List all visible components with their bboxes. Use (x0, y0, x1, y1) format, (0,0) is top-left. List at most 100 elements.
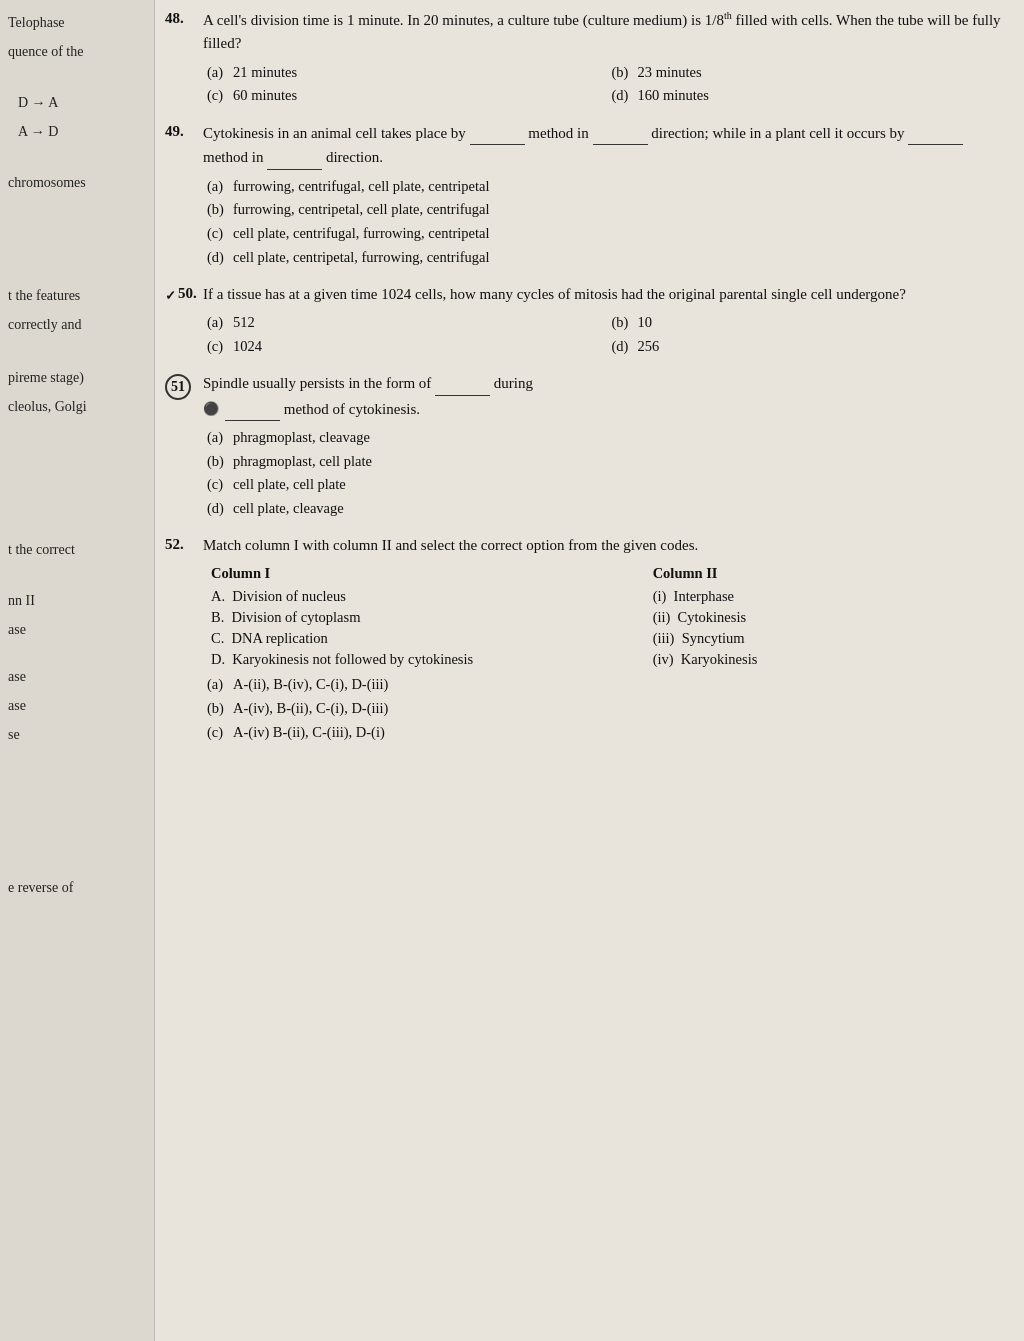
q52-option-c: (c) A-(iv) B-(ii), C-(iii), D-(i) (207, 722, 1006, 744)
left-item-features: t the features (8, 283, 146, 308)
q51-option-c: (c) cell plate, cell plate (207, 474, 1006, 496)
match-row-A: A. Division of nucleus (i) Interphase (203, 586, 1006, 607)
q52-opt-c-text: A-(iv) B-(ii), C-(iii), D-(i) (233, 722, 1006, 744)
q49-options: (a) furrowing, centrifugal, cell plate, … (207, 176, 1006, 269)
q49-text: Cytokinesis in an animal cell takes plac… (203, 121, 1006, 170)
q51-number: 51 (165, 371, 203, 520)
q50-options: (a) 512 (b) 10 (c) 1024 (d) 256 (207, 312, 1006, 358)
match-C-text: DNA replication (232, 630, 328, 646)
q50-opt-b-label: (b) (612, 312, 634, 334)
match-B-right-num: (ii) (653, 609, 671, 625)
question-48: 48. A cell's division time is 1 minute. … (165, 8, 1006, 107)
question-51: 51 Spindle usually persists in the form … (165, 371, 1006, 520)
q52-option-a: (a) A-(ii), B-(iv), C-(i), D-(iii) (207, 674, 1006, 696)
col1-header: Column I (203, 563, 645, 586)
q51-option-d: (d) cell plate, cleavage (207, 498, 1006, 520)
q51-option-a: (a) phragmoplast, cleavage (207, 427, 1006, 449)
q48-body: A cell's division time is 1 minute. In 2… (203, 8, 1006, 107)
q51-opt-d-label: (d) (207, 498, 229, 520)
q48-opt-a-text: 21 minutes (233, 62, 602, 84)
q49-option-d: (d) cell plate, centripetal, furrowing, … (207, 247, 1006, 269)
match-C-right: (iii) Syncytium (645, 628, 1006, 649)
match-B-left: B. Division of cytoplasm (203, 607, 645, 628)
match-C-letter: C. (211, 630, 224, 646)
match-D-text: Karyokinesis not followed by cytokinesis (232, 651, 473, 667)
q51-opt-a-text: phragmoplast, cleavage (233, 427, 1006, 449)
q49-body: Cytokinesis in an animal cell takes plac… (203, 121, 1006, 269)
q48-opt-a-label: (a) (207, 62, 229, 84)
match-row-C: C. DNA replication (iii) Syncytium (203, 628, 1006, 649)
left-item-chromosomes: chromosomes (8, 170, 146, 195)
match-C-right-num: (iii) (653, 630, 675, 646)
page: Telophase quence of the D → A A → D chro… (0, 0, 1024, 1341)
q51-blank1 (435, 371, 490, 395)
q51-opt-b-label: (b) (207, 451, 229, 473)
q51-opt-c-text: cell plate, cell plate (233, 474, 1006, 496)
q50-text: If a tissue has at a given time 1024 cel… (203, 283, 1006, 306)
left-item-AtoD: A → D (8, 119, 146, 144)
q52-number: 52. (165, 534, 203, 744)
match-D-right-text: Karyokinesis (681, 651, 758, 667)
left-item-ase2: ase (8, 664, 146, 689)
q49-opt-b-label: (b) (207, 199, 229, 221)
q49-blank3 (908, 121, 963, 145)
left-item-cleolus: cleolus, Golgi (8, 394, 146, 419)
q50-number: ✓ 50. (165, 283, 203, 358)
q48-option-d: (d) 160 minutes (612, 85, 1007, 107)
match-A-left: A. Division of nucleus (203, 586, 645, 607)
q49-opt-a-label: (a) (207, 176, 229, 198)
left-item-reverse: e reverse of (8, 875, 146, 900)
left-item-telophase: Telophase (8, 10, 146, 35)
q51-annotation: ⚫ (203, 399, 219, 419)
q50-opt-a-text: 512 (233, 312, 602, 334)
q50-body: If a tissue has at a given time 1024 cel… (203, 283, 1006, 358)
q52-opt-b-label: (b) (207, 698, 229, 720)
q51-body: Spindle usually persists in the form of … (203, 371, 1006, 520)
q49-opt-c-label: (c) (207, 223, 229, 245)
match-D-letter: D. (211, 651, 225, 667)
q49-number: 49. (165, 121, 203, 269)
left-item-dtoA: D → A (8, 90, 146, 115)
q49-opt-c-text: cell plate, centrifugal, furrowing, cent… (233, 223, 1006, 245)
match-B-right: (ii) Cytokinesis (645, 607, 1006, 628)
left-item-se: se (8, 722, 146, 747)
q48-opt-b-label: (b) (612, 62, 634, 84)
q50-opt-b-text: 10 (638, 312, 1007, 334)
q48-opt-c-text: 60 minutes (233, 85, 602, 107)
q48-option-a: (a) 21 minutes (207, 62, 602, 84)
match-row-D: D. Karyokinesis not followed by cytokine… (203, 649, 1006, 670)
q51-opt-a-label: (a) (207, 427, 229, 449)
match-A-letter: A. (211, 588, 225, 604)
match-A-right: (i) Interphase (645, 586, 1006, 607)
match-B-text: Division of cytoplasm (232, 609, 361, 625)
q49-option-b: (b) furrowing, centripetal, cell plate, … (207, 199, 1006, 221)
q50-option-a: (a) 512 (207, 312, 602, 334)
q49-opt-d-label: (d) (207, 247, 229, 269)
question-50: ✓ 50. If a tissue has at a given time 10… (165, 283, 1006, 358)
q52-options: (a) A-(ii), B-(iv), C-(i), D-(iii) (b) A… (207, 674, 1006, 743)
q49-blank1 (470, 121, 525, 145)
left-item-correctly: correctly and (8, 312, 146, 337)
question-49: 49. Cytokinesis in an animal cell takes … (165, 121, 1006, 269)
q49-option-a: (a) furrowing, centrifugal, cell plate, … (207, 176, 1006, 198)
q49-blank4 (267, 145, 322, 169)
q52-opt-b-text: A-(iv), B-(ii), C-(i), D-(iii) (233, 698, 1006, 720)
match-D-left: D. Karyokinesis not followed by cytokine… (203, 649, 645, 670)
q48-option-c: (c) 60 minutes (207, 85, 602, 107)
q51-opt-b-text: phragmoplast, cell plate (233, 451, 1006, 473)
q50-option-d: (d) 256 (612, 336, 1007, 358)
left-item-quence: quence of the (8, 39, 146, 64)
q48-opt-d-label: (d) (612, 85, 634, 107)
match-row-B: B. Division of cytoplasm (ii) Cytokinesi… (203, 607, 1006, 628)
q49-opt-a-text: furrowing, centrifugal, cell plate, cent… (233, 176, 1006, 198)
q48-options: (a) 21 minutes (b) 23 minutes (c) 60 min… (207, 62, 1006, 108)
q50-opt-c-label: (c) (207, 336, 229, 358)
question-52: 52. Match column I with column II and se… (165, 534, 1006, 744)
q50-num-text: 50. (178, 285, 197, 302)
left-item-pireme: pireme stage) (8, 365, 146, 390)
q50-opt-d-label: (d) (612, 336, 634, 358)
q52-text: Match column I with column II and select… (203, 534, 1006, 557)
left-item-nn2: nn II (8, 588, 146, 613)
left-item-correct: t the correct (8, 537, 146, 562)
q50-option-c: (c) 1024 (207, 336, 602, 358)
